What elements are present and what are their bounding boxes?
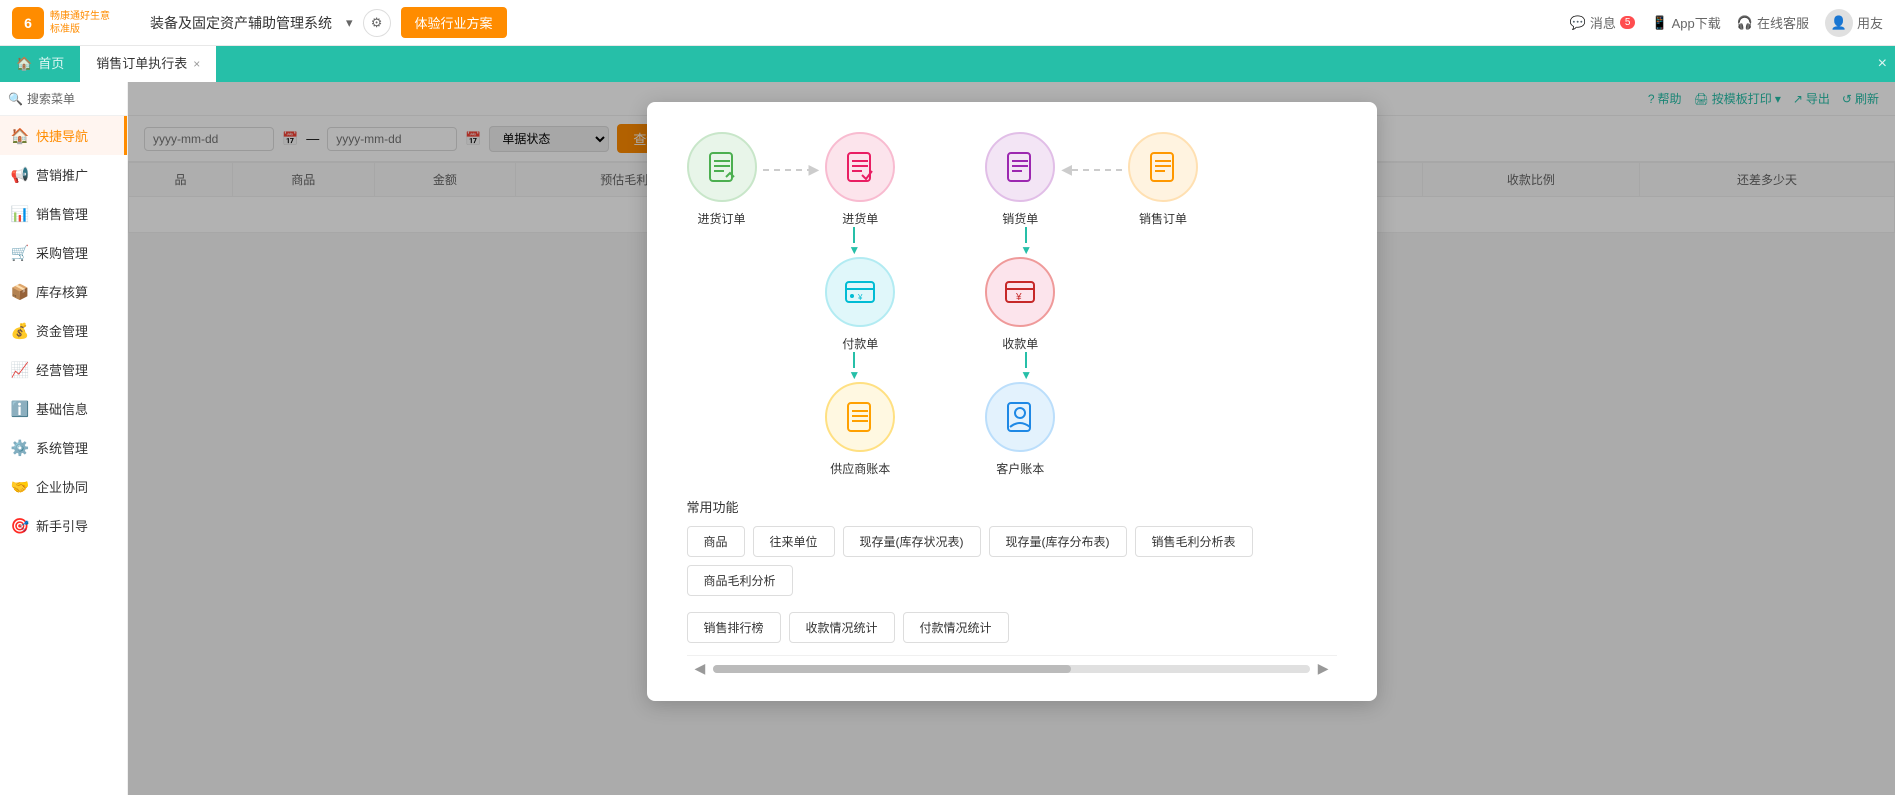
online-service-button[interactable]: 🎧 在线客服 bbox=[1737, 13, 1809, 32]
logo-text: 畅康通好生意 标准版 bbox=[50, 10, 110, 36]
flow-circle-jhd bbox=[825, 132, 895, 202]
sidebar-item-purchase[interactable]: 🛒 采购管理 bbox=[0, 233, 127, 272]
app-download-button[interactable]: 📱 App下载 bbox=[1651, 13, 1720, 32]
flow-label-xhorder: 销售订单 bbox=[1139, 210, 1187, 227]
phone-icon: 📱 bbox=[1651, 15, 1667, 31]
top-right-actions: 💬 消息 5 📱 App下载 🎧 在线客服 👤 用友 bbox=[1570, 9, 1883, 37]
newbie-icon: 🎯 bbox=[12, 518, 28, 534]
flow-node-jhd[interactable]: 进货单 bbox=[825, 132, 895, 227]
headset-icon: 🎧 bbox=[1737, 15, 1753, 31]
home-icon: 🏠 bbox=[12, 128, 28, 144]
user-menu[interactable]: 👤 用友 bbox=[1825, 9, 1883, 37]
scroll-left-icon[interactable]: ◀ bbox=[695, 660, 706, 677]
common-functions-buttons: 商品往来单位现存量(库存状况表) 现存量(库存分布表) 销售毛利分析表商品毛利分析销… bbox=[687, 526, 1337, 643]
logo-area: 6 畅康通好生意 标准版 bbox=[12, 7, 140, 39]
purchase-icon: 🛒 bbox=[12, 245, 28, 261]
flow-label-jhd: 进货单 bbox=[842, 210, 878, 227]
home-icon: 🏠 bbox=[16, 46, 32, 82]
flow-node-gysztb[interactable]: 供应商账本 bbox=[825, 382, 895, 477]
sidebar-item-inventory[interactable]: 📦 库存核算 bbox=[0, 272, 127, 311]
system-icon: ⚙️ bbox=[12, 440, 28, 456]
sidebar-item-finance[interactable]: 💰 资金管理 bbox=[0, 311, 127, 350]
info-icon: ℹ️ bbox=[12, 401, 28, 417]
sidebar-item-operations[interactable]: 📈 经营管理 bbox=[0, 350, 127, 389]
common-function-button[interactable]: 商品 bbox=[687, 526, 745, 557]
common-functions-section: 常用功能 商品往来单位现存量(库存状况表)现存量(库存分布表)销售毛利分析表商品… bbox=[687, 497, 1337, 643]
system-title: 装备及固定资产辅助管理系统 bbox=[150, 13, 332, 33]
close-tab-icon[interactable]: × bbox=[193, 46, 200, 82]
flow-label-xhd: 销货单 bbox=[1002, 210, 1038, 227]
common-function-button[interactable]: 付款情况统计 bbox=[903, 612, 1009, 643]
flow-circle-skd: ¥ bbox=[985, 257, 1055, 327]
common-function-button[interactable]: 往来单位 bbox=[753, 526, 835, 557]
common-function-button[interactable]: 收款情况统计 bbox=[789, 612, 895, 643]
sidebar-item-system[interactable]: ⚙️ 系统管理 bbox=[0, 428, 127, 467]
sidebar: 🔍 搜索菜单 🏠 快捷导航 📢 营销推广 📊 销售管理 🛒 采购管理 📦 库存核… bbox=[0, 82, 128, 795]
flow-circle-xhorder bbox=[1128, 132, 1198, 202]
flow-circle-xhd bbox=[985, 132, 1055, 202]
svg-text:¥: ¥ bbox=[857, 293, 863, 302]
common-function-button[interactable]: 销售毛利分析表 bbox=[1135, 526, 1253, 557]
flow-arrow-right1: ▶ bbox=[757, 161, 826, 178]
flow-popup: 进货订单 ▶ bbox=[647, 102, 1377, 701]
arrow-icon: ▶ bbox=[809, 161, 820, 178]
avatar: 👤 bbox=[1825, 9, 1853, 37]
sales-icon: 📊 bbox=[12, 206, 28, 222]
finance-icon: 💰 bbox=[12, 323, 28, 339]
common-function-button[interactable]: 销售排行榜 bbox=[687, 612, 781, 643]
flow-label-fkd: 付款单 bbox=[842, 335, 878, 352]
inventory-icon: 📦 bbox=[12, 284, 28, 300]
flow-node-xhorder[interactable]: 销售订单 bbox=[1128, 132, 1198, 227]
flow-label-skd: 收款单 bbox=[1002, 335, 1038, 352]
flow-node-jhdorder[interactable]: 进货订单 bbox=[687, 132, 757, 227]
common-function-button[interactable]: 现存量(库存状况表) bbox=[843, 526, 981, 557]
tab-home[interactable]: 🏠 首页 bbox=[0, 46, 80, 82]
flow-label-gysztb: 供应商账本 bbox=[830, 460, 890, 477]
logo-icon: 6 bbox=[12, 7, 44, 39]
flow-circle-jhdorder bbox=[687, 132, 757, 202]
marketing-icon: 📢 bbox=[12, 167, 28, 183]
scroll-thumb bbox=[713, 665, 1071, 673]
message-badge: 5 bbox=[1620, 16, 1636, 29]
svg-text:¥: ¥ bbox=[1015, 292, 1022, 303]
sidebar-item-quick-nav[interactable]: 🏠 快捷导航 bbox=[0, 116, 127, 155]
main-layout: 🔍 搜索菜单 🏠 快捷导航 📢 营销推广 📊 销售管理 🛒 采购管理 📦 库存核… bbox=[0, 82, 1895, 795]
enterprise-icon: 🤝 bbox=[12, 479, 28, 495]
scroll-track[interactable] bbox=[713, 665, 1309, 673]
flow-circle-khztb bbox=[985, 382, 1055, 452]
content-area: ? 帮助 🖨 按模板打印 ▾ ↗ 导出 ↺ 刷新 bbox=[128, 82, 1895, 795]
sidebar-item-enterprise[interactable]: 🤝 企业协同 bbox=[0, 467, 127, 506]
flow-circle-gysztb bbox=[825, 382, 895, 452]
flow-label-khztb: 客户账本 bbox=[996, 460, 1044, 477]
scroll-right-icon[interactable]: ▶ bbox=[1318, 660, 1329, 677]
dropdown-arrow-icon[interactable]: ▾ bbox=[346, 15, 353, 31]
top-bar: 6 畅康通好生意 标准版 装备及固定资产辅助管理系统 ▾ ⚙ 体验行业方案 💬 … bbox=[0, 0, 1895, 46]
message-button[interactable]: 💬 消息 5 bbox=[1570, 13, 1636, 32]
flow-label-jhdorder: 进货订单 bbox=[697, 210, 745, 227]
settings-button[interactable]: ⚙ bbox=[363, 9, 391, 37]
message-icon: 💬 bbox=[1570, 15, 1586, 31]
nav-tabs: 🏠 首页 销售订单执行表 × × bbox=[0, 46, 1895, 82]
sidebar-item-sales[interactable]: 📊 销售管理 bbox=[0, 194, 127, 233]
flow-circle-fkd: ¥ bbox=[825, 257, 895, 327]
flow-node-skd[interactable]: ¥ 收款单 bbox=[985, 257, 1055, 352]
search-icon: 🔍 bbox=[8, 92, 23, 106]
sidebar-item-newbie[interactable]: 🎯 新手引导 bbox=[0, 506, 127, 545]
close-all-tabs-icon[interactable]: × bbox=[1878, 55, 1887, 73]
flow-node-fkd[interactable]: ¥ 付款单 bbox=[825, 257, 895, 352]
sidebar-item-basic-info[interactable]: ℹ️ 基础信息 bbox=[0, 389, 127, 428]
common-function-button[interactable]: 商品毛利分析 bbox=[687, 565, 793, 596]
sidebar-item-marketing[interactable]: 📢 营销推广 bbox=[0, 155, 127, 194]
flow-node-xhd[interactable]: 销货单 bbox=[985, 132, 1055, 227]
trial-button[interactable]: 体验行业方案 bbox=[401, 7, 507, 38]
flow-node-khztb[interactable]: 客户账本 bbox=[985, 382, 1055, 477]
search-menu-button[interactable]: 🔍 搜索菜单 bbox=[0, 82, 127, 116]
common-functions-title: 常用功能 bbox=[687, 497, 1337, 516]
tab-sales-order[interactable]: 销售订单执行表 × bbox=[80, 46, 216, 82]
common-function-button[interactable]: 现存量(库存分布表) bbox=[989, 526, 1127, 557]
operations-icon: 📈 bbox=[12, 362, 28, 378]
scroll-bar-area: ◀ ▶ bbox=[687, 655, 1337, 681]
